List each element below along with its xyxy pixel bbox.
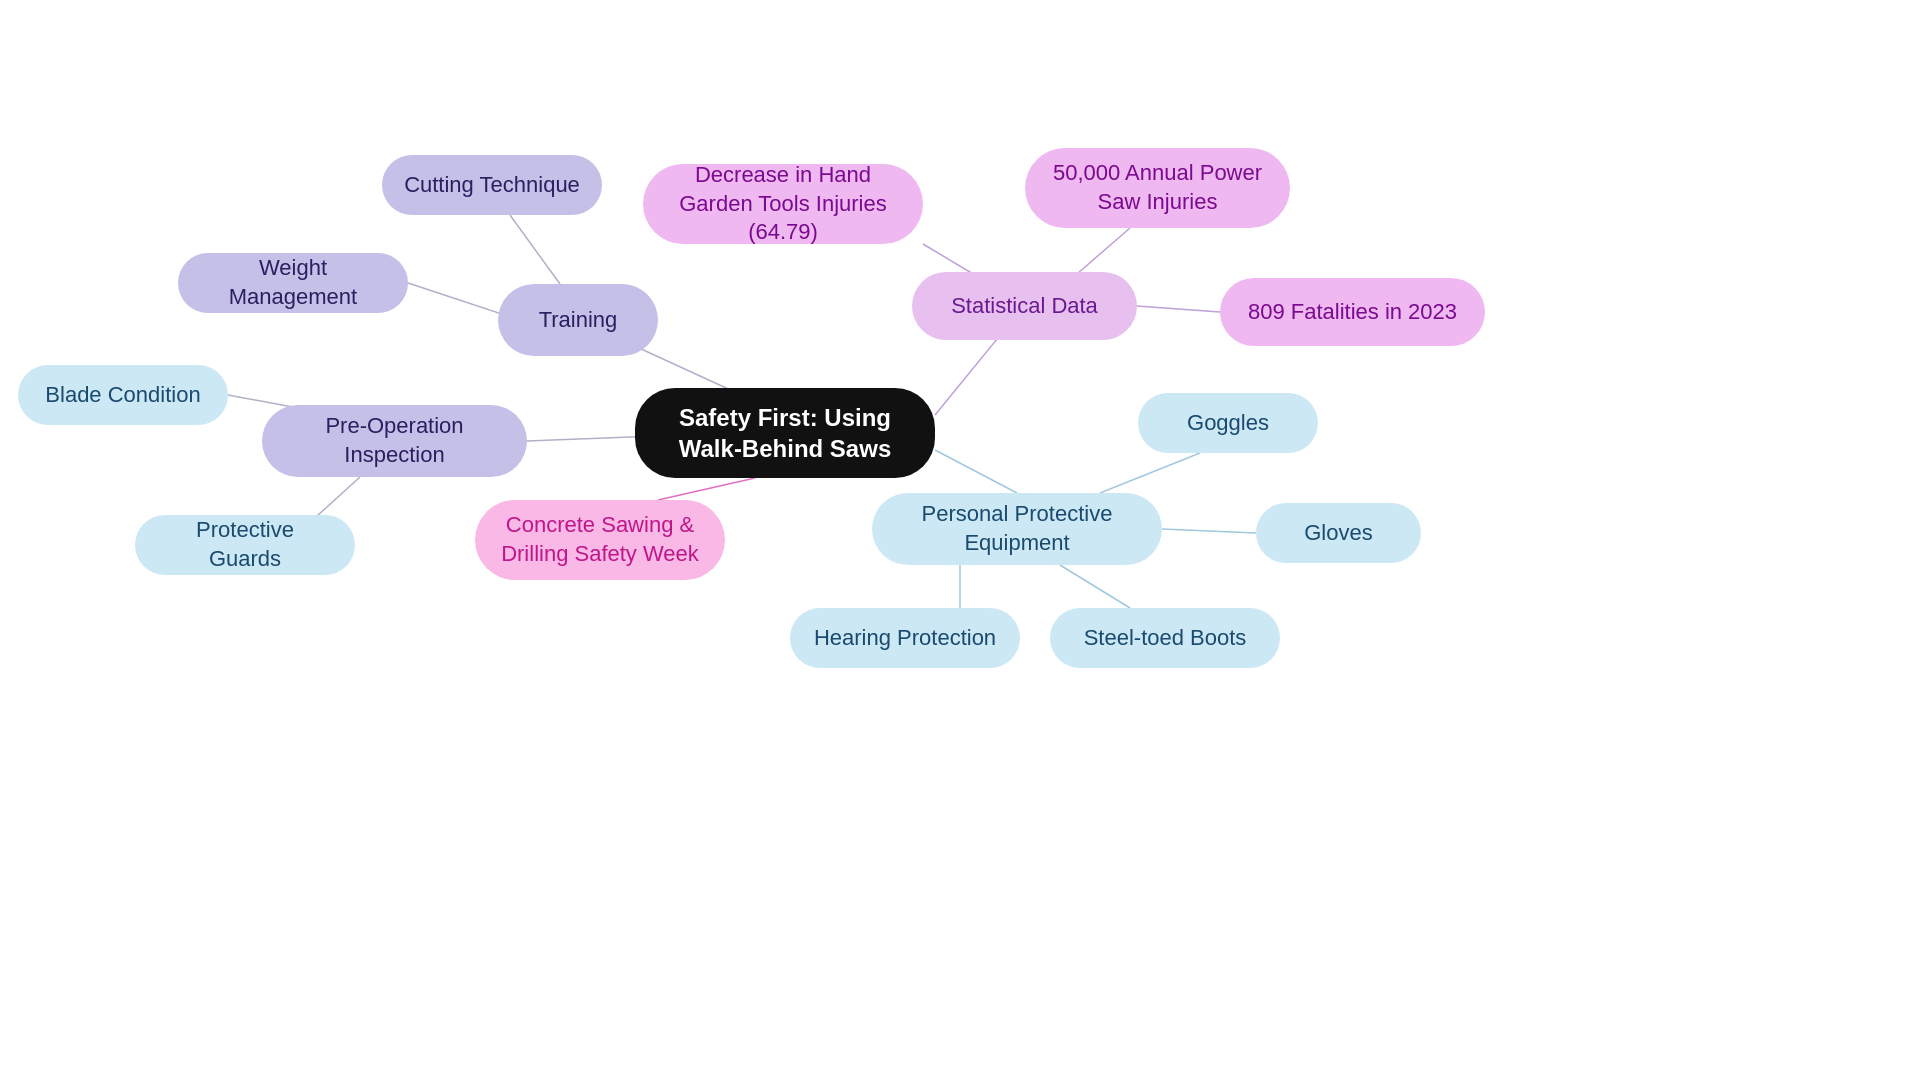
protective-guards-node: Protective Guards bbox=[135, 515, 355, 575]
pre-operation-node: Pre-Operation Inspection bbox=[262, 405, 527, 477]
gloves-node: Gloves bbox=[1256, 503, 1421, 563]
weight-management-node: Weight Management bbox=[178, 253, 408, 313]
svg-line-11 bbox=[935, 450, 1017, 493]
steel-toed-boots-node: Steel-toed Boots bbox=[1050, 608, 1280, 668]
annual-powersaw-node: 50,000 Annual Power Saw Injuries bbox=[1025, 148, 1290, 228]
svg-line-6 bbox=[658, 478, 755, 500]
ppe-node: Personal Protective Equipment bbox=[872, 493, 1162, 565]
training-node: Training bbox=[498, 284, 658, 356]
concrete-sawing-node: Concrete Sawing & Drilling Safety Week bbox=[475, 500, 725, 580]
blade-condition-node: Blade Condition bbox=[18, 365, 228, 425]
center-node: Safety First: Using Walk-Behind Saws bbox=[635, 388, 935, 478]
decrease-injuries-node: Decrease in Hand Garden Tools Injuries (… bbox=[643, 164, 923, 244]
goggles-node: Goggles bbox=[1138, 393, 1318, 453]
statistical-data-node: Statistical Data bbox=[912, 272, 1137, 340]
svg-line-10 bbox=[1137, 306, 1220, 312]
svg-line-12 bbox=[1100, 453, 1200, 493]
svg-line-13 bbox=[1162, 529, 1256, 533]
svg-line-1 bbox=[510, 215, 560, 284]
fatalities-node: 809 Fatalities in 2023 bbox=[1220, 278, 1485, 346]
cutting-technique-node: Cutting Technique bbox=[382, 155, 602, 215]
hearing-protection-node: Hearing Protection bbox=[790, 608, 1020, 668]
svg-line-15 bbox=[1060, 565, 1130, 608]
